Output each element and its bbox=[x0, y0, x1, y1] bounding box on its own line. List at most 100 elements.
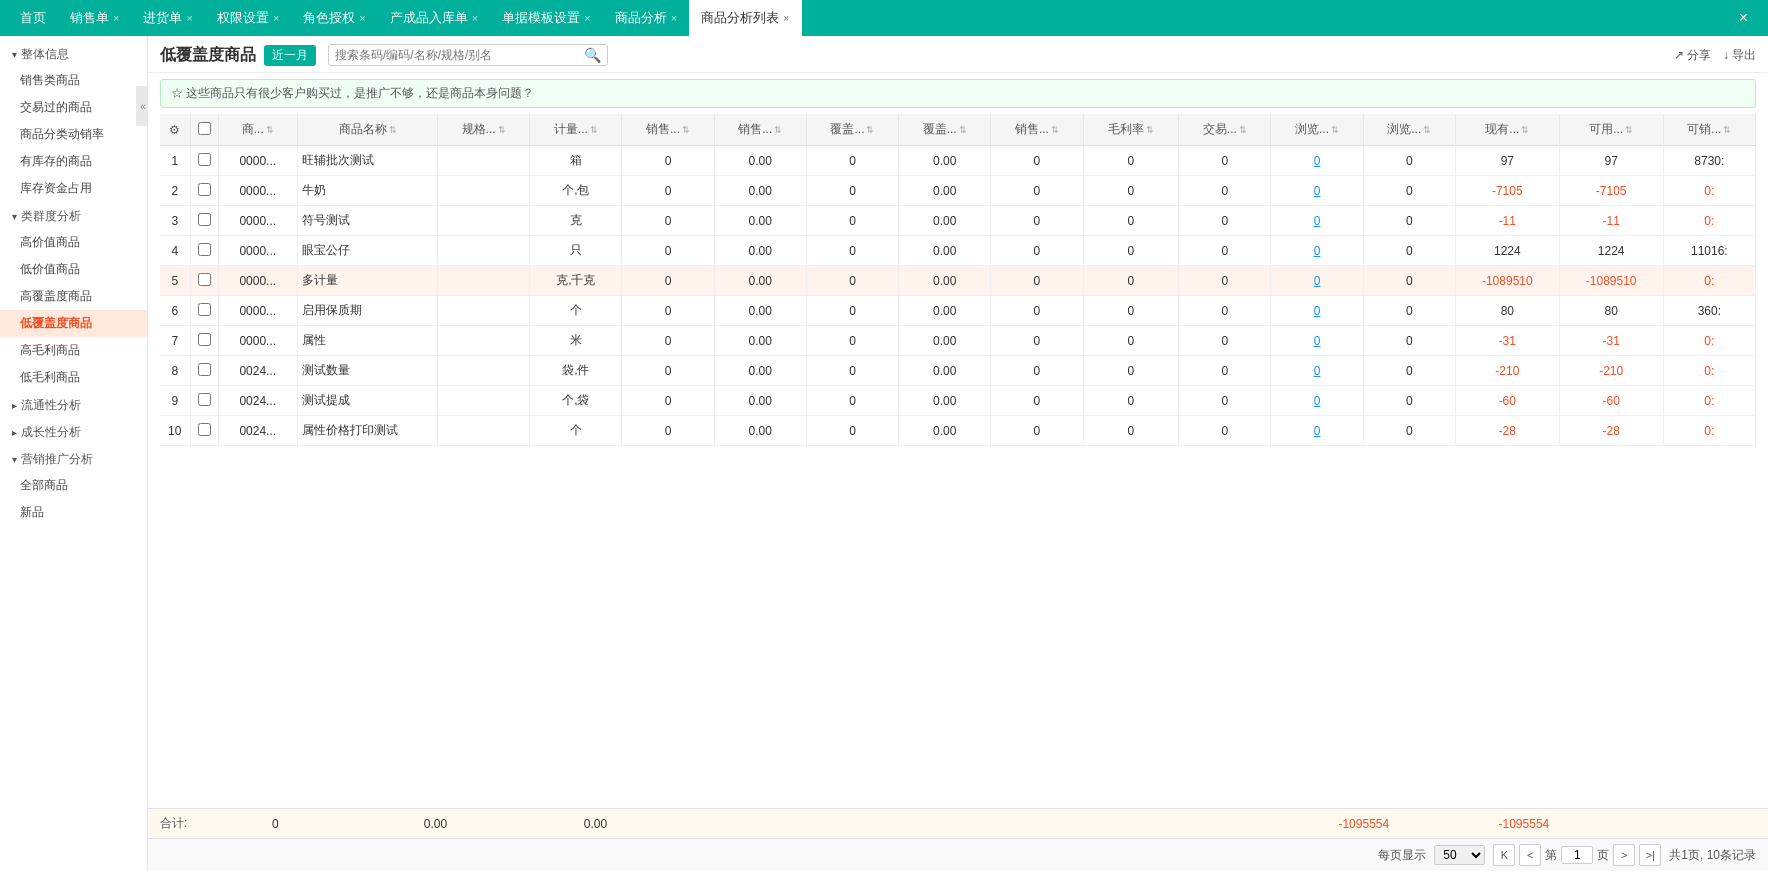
sidebar-section-cluster[interactable]: ▾ 类群度分析 bbox=[0, 202, 147, 229]
col-spec[interactable]: 规格...⇅ bbox=[438, 114, 530, 146]
sidebar-section-liquidity[interactable]: ▸ 流通性分析 bbox=[0, 391, 147, 418]
close-icon[interactable]: × bbox=[359, 12, 365, 24]
sidebar-section-overall[interactable]: ▾ 整体信息 bbox=[0, 40, 147, 67]
row-checkbox[interactable] bbox=[190, 206, 218, 236]
nav-template[interactable]: 单据模板设置 × bbox=[490, 0, 602, 36]
sidebar-item-stock-goods[interactable]: 有库存的商品 bbox=[0, 148, 147, 175]
row-browse1[interactable]: 0 bbox=[1271, 176, 1363, 206]
sidebar-item-traded-goods[interactable]: 交易过的商品 bbox=[0, 94, 147, 121]
close-icon[interactable]: × bbox=[113, 12, 119, 24]
col-code[interactable]: 商...⇅ bbox=[218, 114, 298, 146]
row-select-checkbox[interactable] bbox=[198, 183, 211, 196]
col-current[interactable]: 现有...⇅ bbox=[1455, 114, 1559, 146]
next-page-button[interactable]: > bbox=[1613, 844, 1635, 866]
sidebar-item-low-margin[interactable]: 低毛利商品 bbox=[0, 364, 147, 391]
row-checkbox[interactable] bbox=[190, 356, 218, 386]
sidebar-item-low-coverage[interactable]: 低覆盖度商品 bbox=[0, 310, 147, 337]
col-available[interactable]: 可用...⇅ bbox=[1559, 114, 1663, 146]
row-select-checkbox[interactable] bbox=[198, 153, 211, 166]
nav-sales[interactable]: 销售单 × bbox=[58, 0, 131, 36]
col-checkbox[interactable] bbox=[190, 114, 218, 146]
nav-analysis-list[interactable]: 商品分析列表 × bbox=[689, 0, 801, 36]
sidebar-item-high-margin[interactable]: 高毛利商品 bbox=[0, 337, 147, 364]
col-sales-amt[interactable]: 销售...⇅ bbox=[714, 114, 806, 146]
sidebar-item-high-coverage[interactable]: 高覆盖度商品 bbox=[0, 283, 147, 310]
last-page-button[interactable]: >| bbox=[1639, 844, 1661, 866]
window-close-button[interactable]: × bbox=[1727, 0, 1760, 36]
row-checkbox[interactable] bbox=[190, 326, 218, 356]
row-select-checkbox[interactable] bbox=[198, 303, 211, 316]
page-size-select[interactable]: 20 50 100 bbox=[1434, 845, 1485, 865]
col-sales3[interactable]: 销售...⇅ bbox=[991, 114, 1083, 146]
close-icon[interactable]: × bbox=[186, 12, 192, 24]
nav-role[interactable]: 角色授权 × bbox=[291, 0, 377, 36]
col-name[interactable]: 商品名称⇅ bbox=[298, 114, 438, 146]
nav-home[interactable]: 首页 bbox=[8, 0, 58, 36]
row-select-checkbox[interactable] bbox=[198, 363, 211, 376]
row-browse1[interactable]: 0 bbox=[1271, 146, 1363, 176]
row-select-checkbox[interactable] bbox=[198, 423, 211, 436]
row-browse1[interactable]: 0 bbox=[1271, 236, 1363, 266]
col-browse1[interactable]: 浏览...⇅ bbox=[1271, 114, 1363, 146]
sidebar-item-new-goods[interactable]: 新品 bbox=[0, 499, 147, 526]
sidebar-section-marketing[interactable]: ▾ 营销推广分析 bbox=[0, 445, 147, 472]
row-checkbox[interactable] bbox=[190, 266, 218, 296]
row-available: 97 bbox=[1559, 146, 1663, 176]
row-browse1[interactable]: 0 bbox=[1271, 266, 1363, 296]
row-browse1[interactable]: 0 bbox=[1271, 356, 1363, 386]
row-unit: 只 bbox=[530, 236, 622, 266]
sidebar-item-sales-goods[interactable]: 销售类商品 bbox=[0, 67, 147, 94]
col-cover1[interactable]: 覆盖...⇅ bbox=[806, 114, 898, 146]
col-trade[interactable]: 交易...⇅ bbox=[1179, 114, 1271, 146]
close-icon[interactable]: × bbox=[584, 12, 590, 24]
nav-permission[interactable]: 权限设置 × bbox=[205, 0, 291, 36]
row-checkbox[interactable] bbox=[190, 386, 218, 416]
sidebar-item-high-value[interactable]: 高价值商品 bbox=[0, 229, 147, 256]
row-select-checkbox[interactable] bbox=[198, 243, 211, 256]
col-cover2[interactable]: 覆盖...⇅ bbox=[899, 114, 991, 146]
row-checkbox[interactable] bbox=[190, 236, 218, 266]
row-select-checkbox[interactable] bbox=[198, 273, 211, 286]
col-sellable[interactable]: 可销...⇅ bbox=[1663, 114, 1755, 146]
select-all-checkbox[interactable] bbox=[198, 122, 211, 135]
period-button[interactable]: 近一月 bbox=[264, 45, 316, 66]
sidebar-item-low-value[interactable]: 低价值商品 bbox=[0, 256, 147, 283]
export-button[interactable]: ↓ 导出 bbox=[1723, 47, 1756, 64]
row-checkbox[interactable] bbox=[190, 176, 218, 206]
row-browse1[interactable]: 0 bbox=[1271, 296, 1363, 326]
sidebar-collapse-button[interactable]: « bbox=[136, 86, 148, 126]
sidebar-item-all-goods[interactable]: 全部商品 bbox=[0, 472, 147, 499]
row-select-checkbox[interactable] bbox=[198, 333, 211, 346]
nav-production[interactable]: 产成品入库单 × bbox=[378, 0, 490, 36]
sidebar-section-growth[interactable]: ▸ 成长性分析 bbox=[0, 418, 147, 445]
close-icon[interactable]: × bbox=[783, 12, 789, 24]
row-browse1[interactable]: 0 bbox=[1271, 206, 1363, 236]
col-browse2[interactable]: 浏览...⇅ bbox=[1363, 114, 1455, 146]
close-icon[interactable]: × bbox=[472, 12, 478, 24]
row-select-checkbox[interactable] bbox=[198, 213, 211, 226]
sidebar-item-category-rate[interactable]: 商品分类动销率 bbox=[0, 121, 147, 148]
row-browse1[interactable]: 0 bbox=[1271, 416, 1363, 446]
table-wrapper[interactable]: ⚙ 商...⇅ 商品名称⇅ 规格...⇅ 计量...⇅ 销售...⇅ 销售...… bbox=[148, 114, 1768, 808]
col-gross-rate[interactable]: 毛利率⇅ bbox=[1083, 114, 1179, 146]
nav-analysis[interactable]: 商品分析 × bbox=[603, 0, 689, 36]
row-browse1[interactable]: 0 bbox=[1271, 326, 1363, 356]
first-page-button[interactable]: K bbox=[1493, 844, 1515, 866]
prev-page-button[interactable]: < bbox=[1519, 844, 1541, 866]
col-sales-qty[interactable]: 销售...⇅ bbox=[622, 114, 714, 146]
col-unit[interactable]: 计量...⇅ bbox=[530, 114, 622, 146]
row-code: 0024... bbox=[218, 386, 298, 416]
col-settings[interactable]: ⚙ bbox=[160, 114, 190, 146]
search-input[interactable] bbox=[335, 48, 584, 62]
row-browse1[interactable]: 0 bbox=[1271, 386, 1363, 416]
sidebar-item-capital[interactable]: 库存资金占用 bbox=[0, 175, 147, 202]
nav-purchase[interactable]: 进货单 × bbox=[131, 0, 204, 36]
row-checkbox[interactable] bbox=[190, 296, 218, 326]
row-checkbox[interactable] bbox=[190, 146, 218, 176]
row-select-checkbox[interactable] bbox=[198, 393, 211, 406]
page-number-input[interactable] bbox=[1561, 846, 1593, 864]
close-icon[interactable]: × bbox=[273, 12, 279, 24]
share-button[interactable]: ↗ 分享 bbox=[1674, 47, 1711, 64]
row-checkbox[interactable] bbox=[190, 416, 218, 446]
close-icon[interactable]: × bbox=[671, 12, 677, 24]
